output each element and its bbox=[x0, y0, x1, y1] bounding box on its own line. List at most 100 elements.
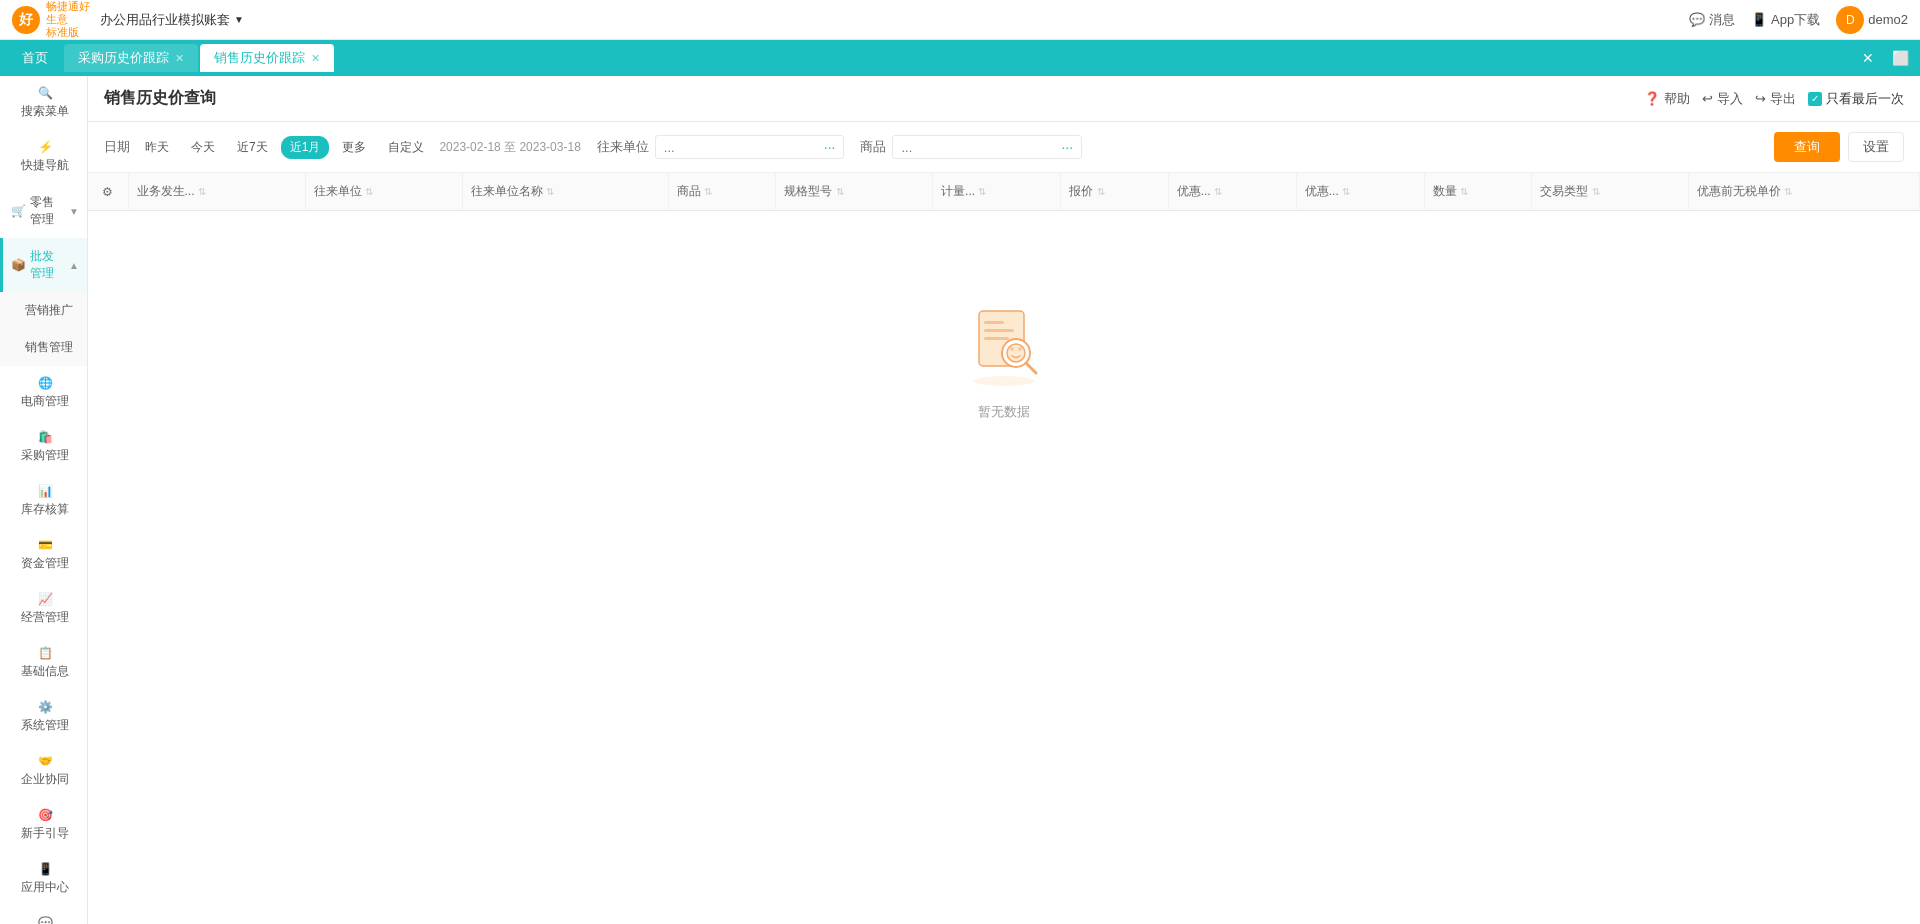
svg-point-0 bbox=[974, 376, 1034, 386]
tab-bar-actions: ✕ ⬜ bbox=[1856, 46, 1912, 70]
import-action[interactable]: ↩ 导入 bbox=[1702, 90, 1743, 108]
help-icon: ❓ bbox=[1644, 91, 1660, 106]
col-quote[interactable]: 报价 ⇅ bbox=[1061, 173, 1169, 211]
wechat-icon: 💬 bbox=[38, 916, 53, 924]
sidebar-item-ecommerce[interactable]: 🌐 电商管理 bbox=[0, 366, 87, 420]
col-pretax-price[interactable]: 优惠前无税单价 ⇅ bbox=[1689, 173, 1920, 211]
date-btn-1month[interactable]: 近1月 bbox=[281, 136, 330, 159]
tab-sales-close[interactable]: ✕ bbox=[311, 52, 320, 65]
import-icon: ↩ bbox=[1702, 91, 1713, 106]
goods-input-wrapper[interactable]: ··· bbox=[892, 135, 1082, 159]
sidebar-item-quicknav[interactable]: ⚡ 快捷导航 bbox=[0, 130, 87, 184]
purchase-icon: 🛍️ bbox=[38, 430, 53, 444]
sidebar-item-finance[interactable]: 💳 资金管理 bbox=[0, 528, 87, 582]
tab-home[interactable]: 首页 bbox=[8, 44, 62, 72]
logo-icon: 好 bbox=[12, 6, 40, 34]
tab-close-all[interactable]: ✕ bbox=[1856, 46, 1880, 70]
inventory-icon: 📊 bbox=[38, 484, 53, 498]
avatar: D bbox=[1836, 6, 1864, 34]
partner-label: 往来单位 bbox=[597, 138, 649, 156]
only-last-checkbox-label[interactable]: ✓ 只看最后一次 bbox=[1808, 90, 1904, 108]
col-unit[interactable]: 计量... ⇅ bbox=[933, 173, 1061, 211]
col-biz-date[interactable]: 业务发生... ⇅ bbox=[128, 173, 305, 211]
sidebar-item-retail[interactable]: 🛒 零售管理 ▼ bbox=[0, 184, 87, 238]
filter-bar: 日期 昨天 今天 近7天 近1月 更多 自定义 2023-02-18 至 202… bbox=[88, 122, 1920, 173]
sidebar-item-sales-mgmt[interactable]: 销售管理 bbox=[0, 329, 87, 366]
sidebar-item-wechat[interactable]: 💬 企业微信 bbox=[0, 906, 87, 924]
date-btn-today[interactable]: 今天 bbox=[182, 136, 224, 159]
col-quantity[interactable]: 数量 ⇅ bbox=[1424, 173, 1532, 211]
message-action[interactable]: 💬 消息 bbox=[1689, 11, 1735, 29]
col-partner-name[interactable]: 往来单位名称 ⇅ bbox=[462, 173, 668, 211]
logo-text: 畅捷通好生意 标准版 bbox=[46, 0, 92, 39]
date-btn-yesterday[interactable]: 昨天 bbox=[136, 136, 178, 159]
empty-illustration bbox=[954, 291, 1054, 391]
col-goods[interactable]: 商品 ⇅ bbox=[668, 173, 776, 211]
sidebar-item-appcenter[interactable]: 📱 应用中心 bbox=[0, 852, 87, 906]
sidebar-item-baseinfo[interactable]: 📋 基础信息 bbox=[0, 636, 87, 690]
partner-filter-group: 往来单位 ··· bbox=[597, 135, 845, 159]
empty-state: 暂无数据 bbox=[88, 211, 1920, 501]
col-trade-type[interactable]: 交易类型 ⇅ bbox=[1532, 173, 1689, 211]
sidebar-item-search[interactable]: 🔍 搜索菜单 bbox=[0, 76, 87, 130]
baseinfo-icon: 📋 bbox=[38, 646, 53, 660]
sidebar-item-purchase[interactable]: 🛍️ 采购管理 bbox=[0, 420, 87, 474]
tab-sales-history[interactable]: 销售历史价跟踪 ✕ bbox=[200, 44, 334, 72]
page-header-actions: ❓ 帮助 ↩ 导入 ↪ 导出 ✓ 只看最后一次 bbox=[1644, 90, 1904, 120]
appcenter-icon: 📱 bbox=[38, 862, 53, 876]
date-btn-custom[interactable]: 自定义 bbox=[379, 136, 433, 159]
col-partner-code[interactable]: 往来单位 ⇅ bbox=[305, 173, 462, 211]
help-action[interactable]: ❓ 帮助 bbox=[1644, 90, 1690, 108]
col-discount2[interactable]: 优惠... ⇅ bbox=[1296, 173, 1424, 211]
app-download-action[interactable]: 📱 App下载 bbox=[1751, 11, 1820, 29]
sidebar-item-system[interactable]: ⚙️ 系统管理 bbox=[0, 690, 87, 744]
export-action[interactable]: ↪ 导出 bbox=[1755, 90, 1796, 108]
enterprise-icon: 🤝 bbox=[38, 754, 53, 768]
main-content: 销售历史价查询 ❓ 帮助 ↩ 导入 ↪ 导出 ✓ 只看最后一次 bbox=[88, 76, 1920, 924]
goods-label: 商品 bbox=[860, 138, 886, 156]
settings-button[interactable]: 设置 bbox=[1848, 132, 1904, 162]
table-header-row: ⚙ 业务发生... ⇅ 往来单位 ⇅ 往来单位名称 ⇅ 商品 ⇅ 规格型号 ⇅ … bbox=[88, 173, 1920, 211]
layout: 🔍 搜索菜单 ⚡ 快捷导航 🛒 零售管理 ▼ 📦 批发管理 ▲ 营销推广 销售管… bbox=[0, 76, 1920, 924]
tab-bar: 首页 采购历史价跟踪 ✕ 销售历史价跟踪 ✕ ✕ ⬜ bbox=[0, 40, 1920, 76]
app-icon: 📱 bbox=[1751, 12, 1767, 27]
page-header: 销售历史价查询 ❓ 帮助 ↩ 导入 ↪ 导出 ✓ 只看最后一次 bbox=[88, 76, 1920, 122]
search-icon: 🔍 bbox=[38, 86, 53, 100]
partner-select-icon[interactable]: ··· bbox=[824, 139, 836, 155]
wholesale-expand-icon: ▲ bbox=[69, 260, 79, 271]
data-table: ⚙ 业务发生... ⇅ 往来单位 ⇅ 往来单位名称 ⇅ 商品 ⇅ 规格型号 ⇅ … bbox=[88, 173, 1920, 501]
tab-purchase-close[interactable]: ✕ bbox=[175, 52, 184, 65]
sidebar-item-wholesale[interactable]: 📦 批发管理 ▲ bbox=[0, 238, 87, 292]
retail-icon: 🛒 bbox=[11, 204, 26, 218]
tab-maximize[interactable]: ⬜ bbox=[1888, 46, 1912, 70]
svg-point-8 bbox=[1010, 347, 1014, 351]
user-profile[interactable]: D demo2 bbox=[1836, 6, 1908, 34]
goods-input[interactable] bbox=[901, 140, 1061, 155]
goods-select-icon[interactable]: ··· bbox=[1061, 139, 1073, 155]
top-bar: 好 畅捷通好生意 标准版 办公用品行业模拟账套 ▼ 💬 消息 📱 App下载 D… bbox=[0, 0, 1920, 40]
svg-point-6 bbox=[1007, 344, 1025, 362]
export-icon: ↪ bbox=[1755, 91, 1766, 106]
date-buttons: 昨天 今天 近7天 近1月 更多 自定义 bbox=[136, 136, 433, 159]
sidebar-item-inventory[interactable]: 📊 库存核算 bbox=[0, 474, 87, 528]
col-spec[interactable]: 规格型号 ⇅ bbox=[776, 173, 933, 211]
sidebar-item-enterprise[interactable]: 🤝 企业协同 bbox=[0, 744, 87, 798]
svg-rect-4 bbox=[984, 337, 1009, 340]
date-btn-7days[interactable]: 近7天 bbox=[228, 136, 277, 159]
quicknav-icon: ⚡ bbox=[38, 140, 53, 154]
sidebar-item-marketing[interactable]: 营销推广 bbox=[0, 292, 87, 329]
col-discount1[interactable]: 优惠... ⇅ bbox=[1168, 173, 1296, 211]
query-button[interactable]: 查询 bbox=[1774, 132, 1840, 162]
empty-state-row: 暂无数据 bbox=[88, 211, 1920, 502]
sidebar-sub-wholesale: 营销推广 销售管理 bbox=[0, 292, 87, 366]
sidebar-item-operations[interactable]: 📈 经营管理 bbox=[0, 582, 87, 636]
svg-line-7 bbox=[1026, 363, 1036, 373]
date-btn-more[interactable]: 更多 bbox=[333, 136, 375, 159]
only-last-checkbox[interactable]: ✓ bbox=[1808, 92, 1822, 106]
col-settings[interactable]: ⚙ bbox=[88, 173, 128, 211]
app-selector[interactable]: 办公用品行业模拟账套 ▼ bbox=[100, 11, 1681, 29]
partner-input-wrapper[interactable]: ··· bbox=[655, 135, 845, 159]
sidebar-item-guide[interactable]: 🎯 新手引导 bbox=[0, 798, 87, 852]
partner-input[interactable] bbox=[664, 140, 824, 155]
tab-purchase-history[interactable]: 采购历史价跟踪 ✕ bbox=[64, 44, 198, 72]
